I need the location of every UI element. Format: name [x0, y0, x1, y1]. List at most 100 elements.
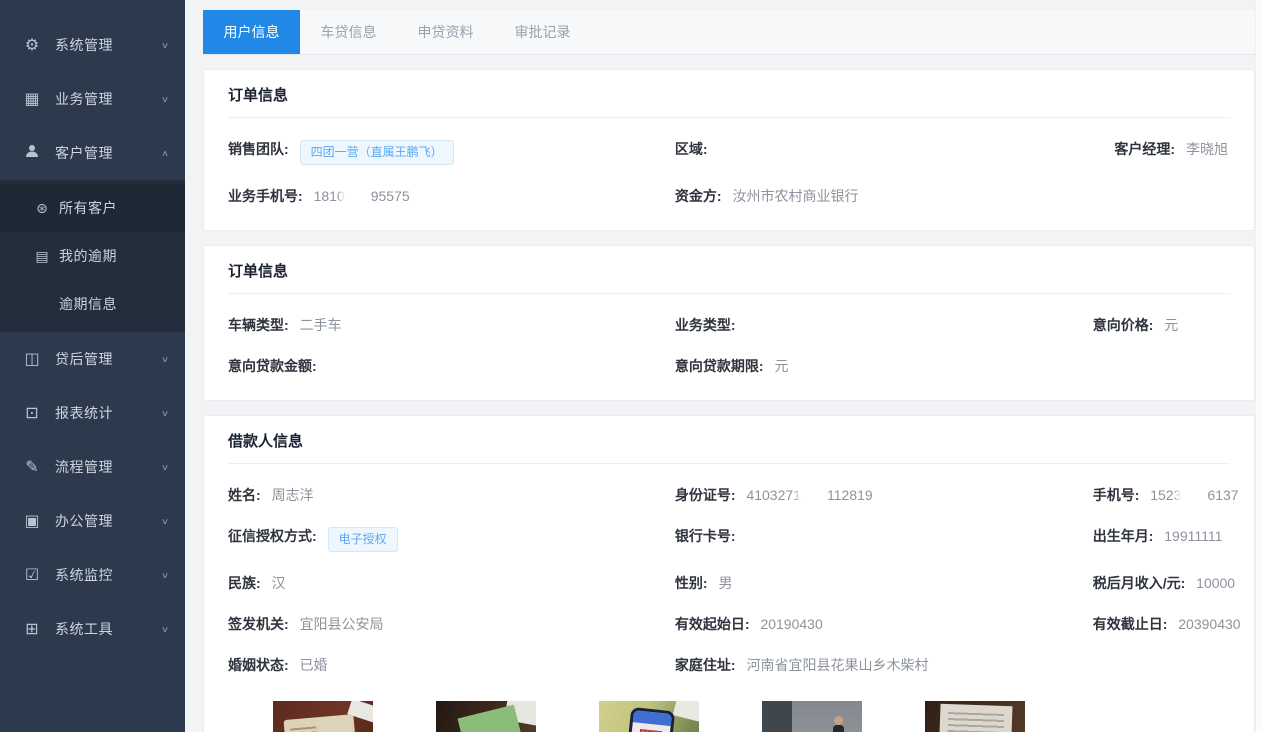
field-home-address: 家庭住址: 河南省宜阳县花果山乡木柴村	[675, 655, 1085, 675]
license-booklet-photo[interactable]	[436, 701, 536, 732]
sidebar: ⚙ 系统管理 ∨ ▦ 业务管理 ∨ 客户管理 ∧ ⊛ 所有客户 ▤ 我的逾期 逾…	[0, 0, 185, 732]
sidebar-item-label: 所有客户	[59, 198, 185, 218]
field-value: 20190430	[760, 616, 822, 632]
field-label: 民族:	[228, 575, 261, 591]
card-title: 借款人信息	[228, 430, 1230, 464]
gear-icon: ⚙	[22, 35, 42, 55]
photo-item: 授权证明	[599, 701, 699, 732]
field-label: 婚姻状态:	[228, 657, 289, 673]
vertical-scrollbar[interactable]	[1255, 0, 1263, 732]
field-vehicle-type: 车辆类型: 二手车	[228, 315, 675, 335]
field-mobile-phone: 手机号: 15236137	[1085, 485, 1230, 505]
field-value: 李晓旭	[1186, 141, 1228, 157]
sidebar-item-all-customers[interactable]: ⊛ 所有客户	[0, 184, 185, 232]
tab-user-info[interactable]: 用户信息	[203, 10, 300, 54]
field-label: 身份证号:	[675, 487, 736, 503]
field-value: 10000	[1196, 575, 1235, 591]
notebook-icon: ▤	[34, 248, 50, 265]
chevron-down-icon: ∨	[161, 354, 169, 364]
field-label: 有效起始日:	[675, 616, 750, 632]
field-valid-from: 有效起始日: 20190430	[675, 614, 1085, 634]
handwritten-document-photo[interactable]	[925, 701, 1025, 732]
field-valid-until: 有效截止日: 20390430	[1085, 614, 1230, 634]
field-funder: 资金方: 汝州市农村商业银行	[675, 186, 1085, 206]
open-book-icon: ◫	[22, 349, 42, 369]
censor-blur	[1181, 488, 1207, 501]
sidebar-item-report-stats[interactable]: ⊡ 报表统计 ∨	[0, 386, 185, 440]
card-title: 订单信息	[228, 260, 1230, 294]
tab-loan-application-docs[interactable]: 申贷资料	[397, 10, 494, 54]
photo-item: 人车照	[762, 701, 862, 732]
field-value: 1523	[1150, 487, 1181, 503]
credit-auth-tag: 电子授权	[328, 527, 398, 552]
chevron-down-icon: ∨	[161, 570, 169, 580]
field-intended-price: 意向价格: 元	[1085, 315, 1230, 335]
sidebar-item-label: 我的逾期	[59, 246, 185, 266]
field-value: 河南省宜阳县花果山乡木柴村	[746, 657, 928, 673]
field-label: 意向贷款金额:	[228, 358, 317, 374]
field-value: 宜阳县公安局	[300, 616, 384, 632]
sidebar-item-overdue-info[interactable]: 逾期信息	[0, 280, 185, 328]
sidebar-item-customer-mgmt[interactable]: 客户管理 ∧	[0, 126, 185, 180]
chevron-up-icon: ∧	[161, 148, 169, 158]
sidebar-item-process-mgmt[interactable]: ✎ 流程管理 ∨	[0, 440, 185, 494]
field-value: 汝州市农村商业银行	[732, 188, 858, 204]
sidebar-item-postloan-mgmt[interactable]: ◫ 贷后管理 ∨	[0, 332, 185, 386]
sidebar-item-system-mgmt[interactable]: ⚙ 系统管理 ∨	[0, 18, 185, 72]
field-account-manager: 客户经理: 李晓旭	[1106, 139, 1230, 165]
field-label: 签发机关:	[228, 616, 289, 632]
field-sales-team: 销售团队: 四团一营（直属王鹏飞）	[228, 139, 675, 165]
sidebar-item-label: 客户管理	[55, 143, 161, 163]
pencil-doc-icon: ✎	[22, 457, 42, 477]
field-label: 业务手机号:	[228, 188, 303, 204]
sidebar-item-system-tools[interactable]: ⊞ 系统工具 ∨	[0, 602, 185, 656]
square-in-square-icon: ▣	[22, 511, 42, 531]
monitor-chart-icon: ⊡	[22, 403, 42, 423]
chevron-down-icon: ∨	[161, 94, 169, 104]
field-id-number: 身份证号: 4103271 112819	[675, 485, 1085, 505]
field-label: 姓名:	[228, 487, 261, 503]
sidebar-item-my-overdue[interactable]: ▤ 我的逾期	[0, 232, 185, 280]
tab-approval-records[interactable]: 审批记录	[494, 10, 591, 54]
field-value: 元	[774, 358, 788, 374]
field-intended-loan-term: 意向贷款期限: 元	[675, 356, 1085, 376]
sidebar-item-business-mgmt[interactable]: ▦ 业务管理 ∨	[0, 72, 185, 126]
field-value: 男	[718, 575, 732, 591]
photo-item: 其他证明材料	[925, 701, 1025, 732]
content-area: 用户信息 车贷信息 申贷资料 审批记录 订单信息 销售团队: 四团一营（直属王鹏…	[185, 0, 1263, 732]
field-gender: 性别: 男	[675, 573, 1085, 593]
photo-item: 身份证	[273, 701, 373, 732]
sidebar-item-label: 系统监控	[55, 565, 161, 585]
card-title: 订单信息	[228, 84, 1230, 118]
field-label: 性别:	[675, 575, 708, 591]
censor-blur	[345, 189, 371, 202]
person-with-car-photo[interactable]	[762, 701, 862, 732]
field-value: 6137	[1207, 487, 1238, 503]
field-value: 汉	[272, 575, 286, 591]
chevron-down-icon: ∨	[161, 462, 169, 472]
phone-qr-auth-photo[interactable]	[599, 701, 699, 732]
sidebar-item-system-monitor[interactable]: ☑ 系统监控 ∨	[0, 548, 185, 602]
field-value: 112819	[827, 487, 873, 503]
field-label: 出生年月:	[1093, 528, 1154, 544]
chevron-down-icon: ∨	[161, 624, 169, 634]
field-issuing-authority: 签发机关: 宜阳县公安局	[228, 614, 675, 634]
field-region: 区域:	[675, 139, 1085, 165]
field-value: 已婚	[300, 657, 328, 673]
tab-car-loan-info[interactable]: 车贷信息	[300, 10, 397, 54]
field-label: 有效截止日:	[1093, 616, 1168, 632]
field-value: 4103271	[746, 487, 801, 503]
field-label: 家庭住址:	[675, 657, 736, 673]
field-value: 元	[1164, 317, 1178, 333]
sidebar-item-office-mgmt[interactable]: ▣ 办公管理 ∨	[0, 494, 185, 548]
id-card-photo[interactable]	[273, 701, 373, 732]
field-label: 区域:	[675, 141, 708, 157]
field-name: 姓名: 周志洋	[228, 485, 675, 505]
field-label: 销售团队:	[228, 141, 289, 157]
field-value: 19911111	[1164, 528, 1222, 544]
person-icon	[22, 143, 42, 164]
monitor-check-icon: ☑	[22, 565, 42, 585]
field-birth-date: 出生年月: 19911111	[1085, 526, 1230, 552]
sidebar-item-label: 报表统计	[55, 403, 161, 423]
field-value: 95575	[371, 188, 410, 204]
